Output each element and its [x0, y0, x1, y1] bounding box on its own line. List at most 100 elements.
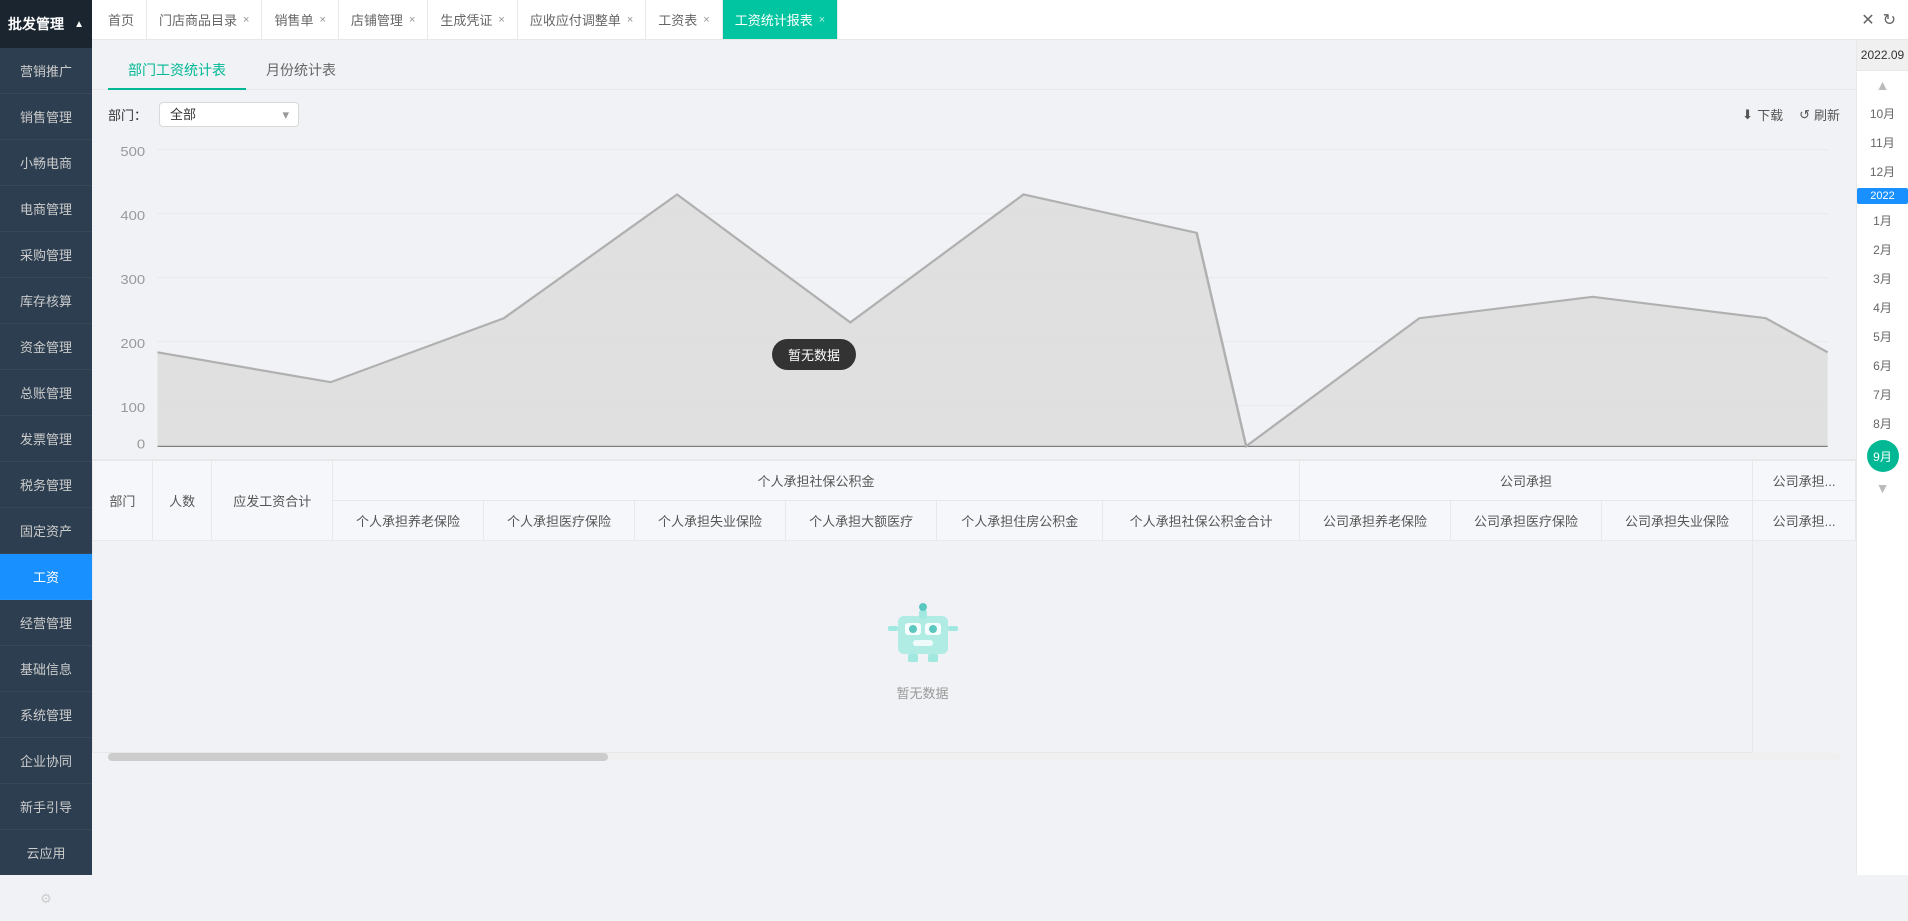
timeline-month-7月[interactable]: 7月 — [1857, 380, 1908, 409]
sidebar-item-采购管理[interactable]: 采购管理 — [0, 232, 92, 278]
timeline-items-container: 10月11月12月 2022 1月2月3月4月5月6月7月8月9月 — [1857, 99, 1908, 474]
timeline-panel: 2022.09 ▲ 10月11月12月 2022 1月2月3月4月5月6月7月8月9… — [1856, 40, 1908, 875]
h-scrollbar-thumb[interactable] — [108, 753, 608, 761]
sub-tabs-container: 部门工资统计表月份统计表 — [108, 52, 356, 89]
timeline-month-3月[interactable]: 3月 — [1857, 264, 1908, 293]
tab-销售单[interactable]: 销售单× — [262, 0, 338, 39]
sidebar-item-系统管理[interactable]: 系统管理 — [0, 692, 92, 738]
th-personal-insurance-group: 个人承担社保公积金 — [333, 461, 1300, 501]
tab-close-icon[interactable]: × — [243, 14, 249, 26]
refresh-button[interactable]: ↺ 刷新 — [1799, 105, 1840, 124]
timeline-month-10月[interactable]: 10月 — [1857, 99, 1908, 128]
sidebar-settings-button[interactable]: ⚙ — [0, 876, 92, 921]
refresh-tab-icon[interactable]: ↻ — [1883, 10, 1896, 30]
th-personal-housing: 个人承担住房公积金 — [937, 501, 1103, 541]
main-area: 首页门店商品目录×销售单×店铺管理×生成凭证×应收应付调整单×工资表×工资统计报… — [92, 0, 1908, 875]
sidebar-item-基础信息[interactable]: 基础信息 — [0, 646, 92, 692]
tab-门店商品目录[interactable]: 门店商品目录× — [147, 0, 262, 39]
svg-text:500: 500 — [120, 144, 145, 159]
th-company-insurance-group: 公司承担 — [1299, 461, 1752, 501]
timeline-month-4月[interactable]: 4月 — [1857, 293, 1908, 322]
sidebar-item-发票管理[interactable]: 发票管理 — [0, 416, 92, 462]
timeline-month-1月[interactable]: 1月 — [1857, 206, 1908, 235]
tabs-bar-end: ✕ ↻ — [1853, 10, 1904, 30]
toolbar-right: ⬇ 下载 ↺ 刷新 — [1742, 105, 1840, 124]
svg-text:300: 300 — [120, 272, 145, 287]
data-table: 部门 人数 应发工资合计 个人承担社保公积金 公司承担 公司承担... 个人承担… — [92, 460, 1856, 753]
timeline-year-2022: 2022 — [1857, 188, 1908, 204]
sidebar-item-企业协同[interactable]: 企业协同 — [0, 738, 92, 784]
timeline-month-12月[interactable]: 12月 — [1857, 157, 1908, 186]
tab-应收应付调整单[interactable]: 应收应付调整单× — [518, 0, 646, 39]
sidebar-items-container: 营销推广销售管理小畅电商电商管理采购管理库存核算资金管理总账管理发票管理税务管理… — [0, 48, 92, 876]
table-container[interactable]: 部门 人数 应发工资合计 个人承担社保公积金 公司承担 公司承担... 个人承担… — [92, 459, 1856, 875]
dept-select[interactable]: 全部 — [159, 102, 299, 127]
refresh-label: 刷新 — [1814, 105, 1840, 124]
tab-close-icon[interactable]: × — [627, 14, 633, 26]
sidebar-item-销售管理[interactable]: 销售管理 — [0, 94, 92, 140]
th-personal-pension: 个人承担养老保险 — [333, 501, 484, 541]
tab-生成凭证[interactable]: 生成凭证× — [428, 0, 517, 39]
timeline-month-6月[interactable]: 6月 — [1857, 351, 1908, 380]
main-content: 部门工资统计表月份统计表 部门： 全部 ⬇ 下载 ↺ 刷 — [92, 40, 1856, 875]
download-icon: ⬇ — [1742, 107, 1753, 123]
sidebar-item-资金管理[interactable]: 资金管理 — [0, 324, 92, 370]
empty-state: 暂无数据 — [105, 551, 1740, 742]
tab-close-icon[interactable]: × — [498, 14, 504, 26]
sidebar-header[interactable]: 批发管理 ▲ — [0, 0, 92, 48]
timeline-top-label: 2022.09 — [1857, 40, 1908, 71]
sidebar-item-固定资产[interactable]: 固定资产 — [0, 508, 92, 554]
tab-close-icon[interactable]: × — [319, 14, 325, 26]
sidebar-item-经营管理[interactable]: 经营管理 — [0, 600, 92, 646]
th-extra: 公司承担... — [1753, 461, 1856, 501]
chart-container: 500 400 300 200 100 0 — [92, 139, 1856, 459]
timeline-month-2月[interactable]: 2月 — [1857, 235, 1908, 264]
timeline-month-5月[interactable]: 5月 — [1857, 322, 1908, 351]
timeline-month-11月[interactable]: 11月 — [1857, 128, 1908, 157]
dept-select-wrapper: 全部 — [159, 102, 299, 127]
sidebar-item-库存核算[interactable]: 库存核算 — [0, 278, 92, 324]
th-company-pension: 公司承担养老保险 — [1299, 501, 1450, 541]
sidebar-item-新手引导[interactable]: 新手引导 — [0, 784, 92, 830]
th-company-medical: 公司承担医疗保险 — [1451, 501, 1602, 541]
tab-工资表[interactable]: 工资表× — [646, 0, 722, 39]
refresh-icon: ↺ — [1799, 107, 1810, 123]
sidebar-item-营销推广[interactable]: 营销推广 — [0, 48, 92, 94]
sidebar-item-工资[interactable]: 工资 — [0, 554, 92, 600]
svg-text:100: 100 — [120, 400, 145, 415]
tab-close-icon[interactable]: × — [409, 14, 415, 26]
tab-店铺管理[interactable]: 店铺管理× — [339, 0, 428, 39]
tab-首页[interactable]: 首页 — [96, 0, 147, 39]
tab-close-icon[interactable]: × — [703, 14, 709, 26]
tab-close-icon[interactable]: × — [819, 14, 825, 26]
timeline-down-arrow[interactable]: ▼ — [1876, 474, 1890, 502]
sidebar-item-税务管理[interactable]: 税务管理 — [0, 462, 92, 508]
sidebar-title: 批发管理 — [8, 14, 64, 34]
chart-svg: 500 400 300 200 100 0 — [108, 139, 1840, 459]
tabs-container: 首页门店商品目录×销售单×店铺管理×生成凭证×应收应付调整单×工资表×工资统计报… — [96, 0, 838, 39]
timeline-up-arrow[interactable]: ▲ — [1876, 71, 1890, 99]
tab-工资统计报表[interactable]: 工资统计报表× — [723, 0, 838, 39]
sidebar-item-云应用[interactable]: 云应用 — [0, 830, 92, 876]
sub-tab-部门工资统计表[interactable]: 部门工资统计表 — [108, 52, 246, 90]
sidebar-item-小畅电商[interactable]: 小畅电商 — [0, 140, 92, 186]
download-label: 下载 — [1757, 105, 1783, 124]
timeline-month-9月[interactable]: 9月 — [1867, 440, 1899, 472]
empty-text: 暂无数据 — [897, 683, 949, 702]
th-personal-major-medical: 个人承担大额医疗 — [786, 501, 937, 541]
svg-text:200: 200 — [120, 336, 145, 351]
empty-state-cell: 暂无数据 — [93, 541, 1753, 753]
th-company-unemployment: 公司承担失业保险 — [1602, 501, 1753, 541]
close-all-icon[interactable]: ✕ — [1861, 10, 1874, 30]
sidebar-item-电商管理[interactable]: 电商管理 — [0, 186, 92, 232]
sub-tab-月份统计表[interactable]: 月份统计表 — [246, 52, 356, 90]
h-scrollbar[interactable] — [108, 753, 1840, 761]
tabs-bar: 首页门店商品目录×销售单×店铺管理×生成凭证×应收应付调整单×工资表×工资统计报… — [92, 0, 1908, 40]
timeline-month-8月[interactable]: 8月 — [1857, 409, 1908, 438]
th-dept: 部门 — [93, 461, 153, 541]
toolbar: 部门： 全部 ⬇ 下载 ↺ 刷新 — [92, 90, 1856, 139]
sidebar-collapse-icon: ▲ — [74, 19, 84, 30]
sidebar-item-总账管理[interactable]: 总账管理 — [0, 370, 92, 416]
sidebar: 批发管理 ▲ 营销推广销售管理小畅电商电商管理采购管理库存核算资金管理总账管理发… — [0, 0, 92, 875]
download-button[interactable]: ⬇ 下载 — [1742, 105, 1783, 124]
